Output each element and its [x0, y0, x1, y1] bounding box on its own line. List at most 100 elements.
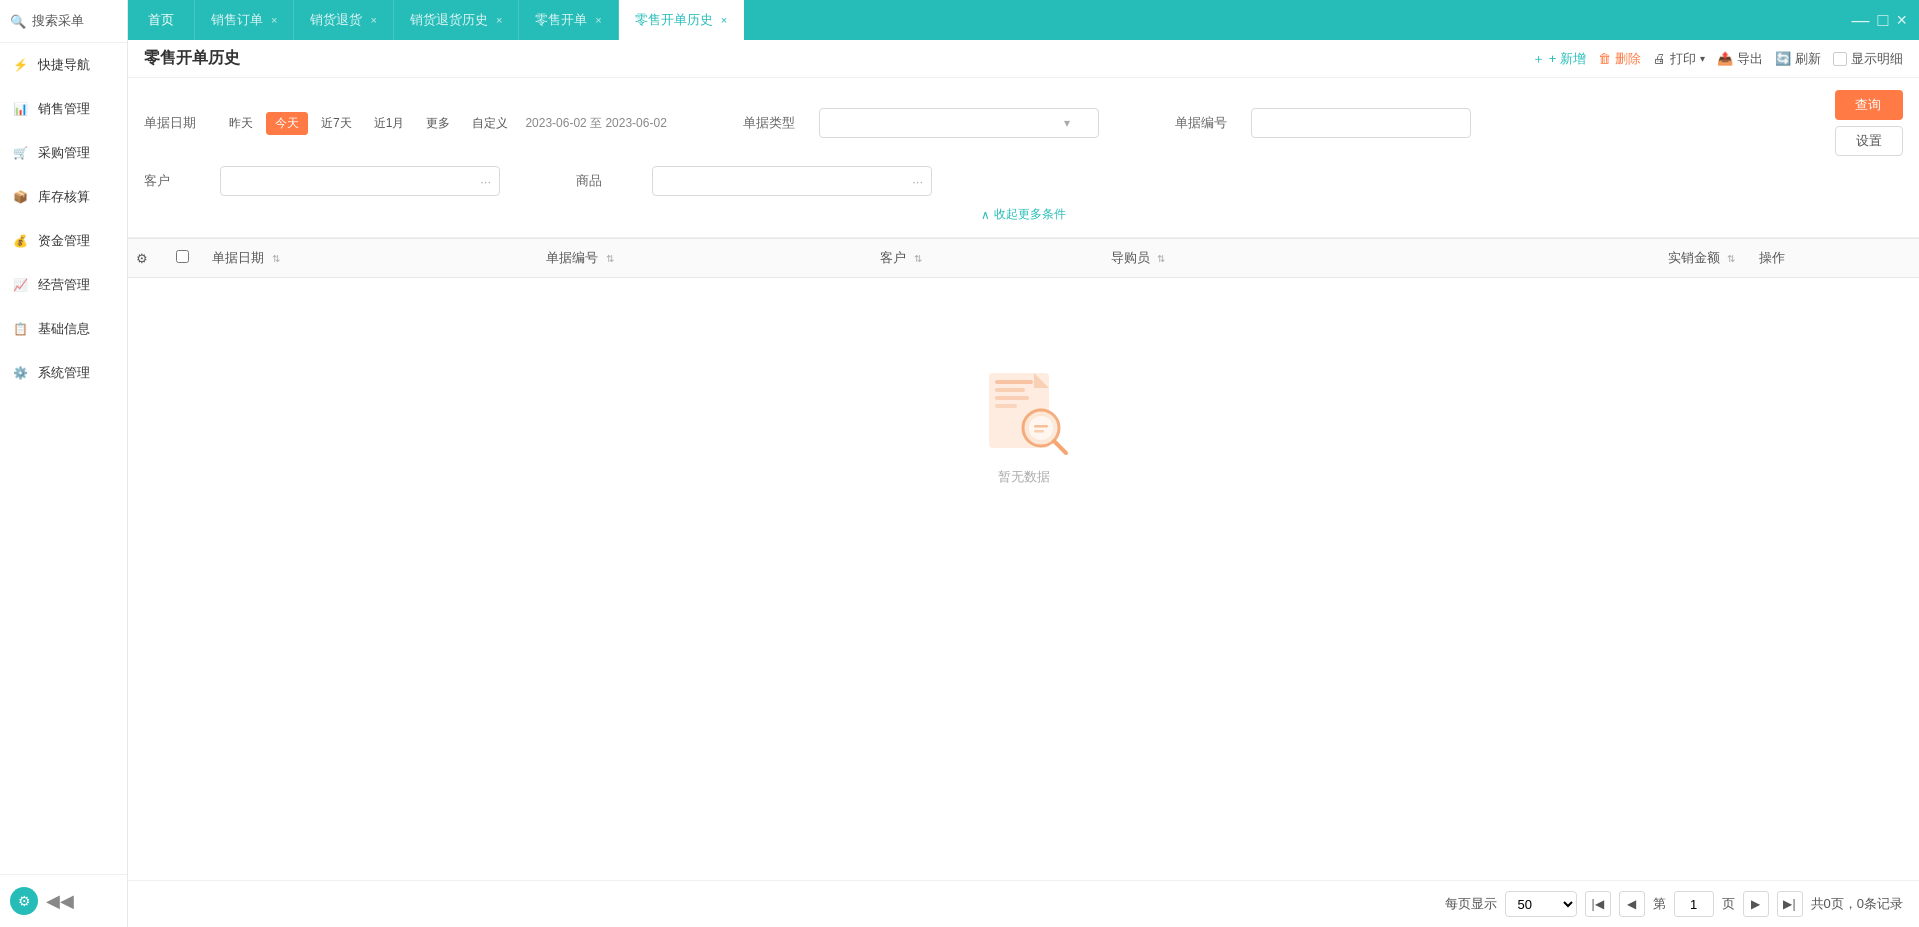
tab-sales-return-history[interactable]: 销货退货历史 ×	[394, 0, 519, 40]
th-number[interactable]: 单据编号 ⇅	[538, 239, 872, 278]
date-filter-buttons: 昨天 今天 近7天 近1月 更多 自定义 2023-06-02 至 2023-0…	[220, 112, 667, 135]
date-btn-1month[interactable]: 近1月	[365, 112, 414, 135]
display-detail-button[interactable]: 显示明细	[1833, 50, 1903, 68]
tab-home[interactable]: 首页	[128, 0, 195, 40]
number-filter-input[interactable]	[1251, 108, 1471, 138]
th-amount[interactable]: 实销金额 ⇅	[1385, 239, 1751, 278]
sidebar-item-label: 系统管理	[38, 364, 90, 382]
th-customer[interactable]: 客户 ⇅	[872, 239, 1102, 278]
tab-sales-order-label: 销售订单	[211, 11, 263, 29]
operation-icon: 📈	[10, 275, 30, 295]
sidebar-item-inventory[interactable]: 📦 库存核算	[0, 175, 127, 219]
svg-line-7	[1054, 441, 1066, 453]
date-btn-custom[interactable]: 自定义	[463, 112, 517, 135]
tab-retail-open-label: 零售开单	[535, 11, 587, 29]
tab-sales-return-close[interactable]: ×	[370, 14, 376, 26]
quick-nav-icon: ⚡	[10, 55, 30, 75]
collapse-arrow-icon: ∧	[981, 208, 990, 222]
sidebar-item-purchase-mgmt[interactable]: 🛒 采购管理	[0, 131, 127, 175]
window-minimize-button[interactable]: —	[1852, 10, 1870, 31]
next-page-button[interactable]: ▶	[1743, 891, 1769, 917]
delete-label: 删除	[1615, 50, 1641, 68]
th-guide-sort-icon: ⇅	[1157, 253, 1165, 264]
page-label-suffix: 页	[1722, 895, 1735, 913]
purchase-mgmt-icon: 🛒	[10, 143, 30, 163]
print-button[interactable]: 🖨 打印 ▾	[1653, 50, 1705, 68]
filter-area: 单据日期 昨天 今天 近7天 近1月 更多 自定义 2023-06-02 至 2…	[128, 78, 1919, 238]
sidebar-item-finance[interactable]: 💰 资金管理	[0, 219, 127, 263]
add-button[interactable]: ＋ + 新增	[1532, 50, 1586, 68]
tab-sales-order[interactable]: 销售订单 ×	[195, 0, 294, 40]
last-page-button[interactable]: ▶|	[1777, 891, 1803, 917]
th-date[interactable]: 单据日期 ⇅	[204, 239, 538, 278]
refresh-button[interactable]: 🔄 刷新	[1775, 50, 1821, 68]
type-filter-label: 单据类型	[743, 114, 803, 132]
delete-button[interactable]: 🗑 删除	[1598, 50, 1641, 68]
tab-sales-return[interactable]: 销货退货 ×	[294, 0, 393, 40]
customer-dots-icon: ···	[480, 174, 491, 189]
settings-button[interactable]: 设置	[1835, 126, 1903, 156]
tab-retail-open-history-close[interactable]: ×	[721, 14, 727, 26]
empty-text: 暂无数据	[998, 468, 1050, 486]
empty-state-cell: 暂无数据	[128, 278, 1919, 567]
th-amount-label: 实销金额	[1668, 250, 1720, 265]
page-number-input[interactable]	[1674, 891, 1714, 917]
sidebar-item-operation[interactable]: 📈 经营管理	[0, 263, 127, 307]
finance-icon: 💰	[10, 231, 30, 251]
sidebar-item-sales-mgmt[interactable]: 📊 销售管理	[0, 87, 127, 131]
tab-sales-return-label: 销货退货	[310, 11, 362, 29]
table-area: ⚙ 单据日期 ⇅ 单据编号 ⇅	[128, 238, 1919, 880]
sidebar-item-quick-nav[interactable]: ⚡ 快捷导航	[0, 43, 127, 87]
collapse-filter-button[interactable]: ∧ 收起更多条件	[144, 206, 1903, 223]
goods-filter-label: 商品	[576, 172, 636, 190]
th-number-label: 单据编号	[546, 250, 598, 265]
customer-filter-input[interactable]: ···	[220, 166, 500, 196]
search-icon: 🔍	[10, 14, 26, 29]
tab-retail-open-close[interactable]: ×	[595, 14, 601, 26]
sidebar-search[interactable]: 🔍 搜索采单	[0, 0, 127, 43]
th-checkbox[interactable]	[168, 239, 204, 278]
goods-filter-input[interactable]: ···	[652, 166, 932, 196]
th-guide[interactable]: 导购员 ⇅	[1103, 239, 1385, 278]
add-label: + 新增	[1549, 50, 1586, 68]
type-filter-select[interactable]: ▾	[819, 108, 1099, 138]
tab-sales-return-history-close[interactable]: ×	[496, 14, 502, 26]
tab-sales-order-close[interactable]: ×	[271, 14, 277, 26]
first-page-button[interactable]: |◀	[1585, 891, 1611, 917]
query-button[interactable]: 查询	[1835, 90, 1903, 120]
prev-page-button[interactable]: ◀	[1619, 891, 1645, 917]
export-button[interactable]: 📤 导出	[1717, 50, 1763, 68]
sidebar-item-basic-info[interactable]: 📋 基础信息	[0, 307, 127, 351]
svg-rect-3	[995, 396, 1029, 400]
sidebar-collapse-button[interactable]: ◀◀	[46, 890, 74, 912]
date-btn-more[interactable]: 更多	[417, 112, 459, 135]
system-mgmt-icon: ⚙️	[10, 363, 30, 383]
tab-retail-open[interactable]: 零售开单 ×	[519, 0, 618, 40]
date-btn-yesterday[interactable]: 昨天	[220, 112, 262, 135]
print-label: 打印	[1670, 50, 1696, 68]
select-all-checkbox[interactable]	[176, 250, 189, 263]
display-checkbox[interactable]	[1833, 52, 1847, 66]
filter-row-2: 客户 ··· 商品 ···	[144, 166, 1903, 196]
window-maximize-button[interactable]: □	[1878, 10, 1889, 31]
page-label-prefix: 第	[1653, 895, 1666, 913]
refresh-label: 刷新	[1795, 50, 1821, 68]
column-settings-icon[interactable]: ⚙	[136, 251, 148, 266]
th-settings[interactable]: ⚙	[128, 239, 168, 278]
date-btn-today[interactable]: 今天	[266, 112, 308, 135]
th-date-sort-icon: ⇅	[272, 253, 280, 264]
empty-state-row: 暂无数据	[128, 278, 1919, 567]
sidebar: 🔍 搜索采单 ⚡ 快捷导航 📊 销售管理 🛒 采购管理 📦 库存核算 💰 资金管…	[0, 0, 128, 927]
tab-retail-open-history[interactable]: 零售开单历史 ×	[619, 0, 744, 40]
sidebar-search-label: 搜索采单	[32, 12, 84, 30]
window-close-button[interactable]: ×	[1896, 10, 1907, 31]
filter-row-1: 单据日期 昨天 今天 近7天 近1月 更多 自定义 2023-06-02 至 2…	[144, 90, 1903, 156]
settings-gear-button[interactable]: ⚙	[10, 887, 38, 915]
content-area: 零售开单历史 ＋ + 新增 🗑 删除 🖨 打印 ▾ 📤 导出	[128, 40, 1919, 927]
date-filter-label: 单据日期	[144, 114, 204, 132]
sidebar-item-system-mgmt[interactable]: ⚙️ 系统管理	[0, 351, 127, 395]
sidebar-item-label: 销售管理	[38, 100, 90, 118]
per-page-select[interactable]: 50 10 20 100	[1505, 891, 1577, 917]
total-records-text: 共0页，0条记录	[1811, 895, 1903, 913]
date-btn-7days[interactable]: 近7天	[312, 112, 361, 135]
